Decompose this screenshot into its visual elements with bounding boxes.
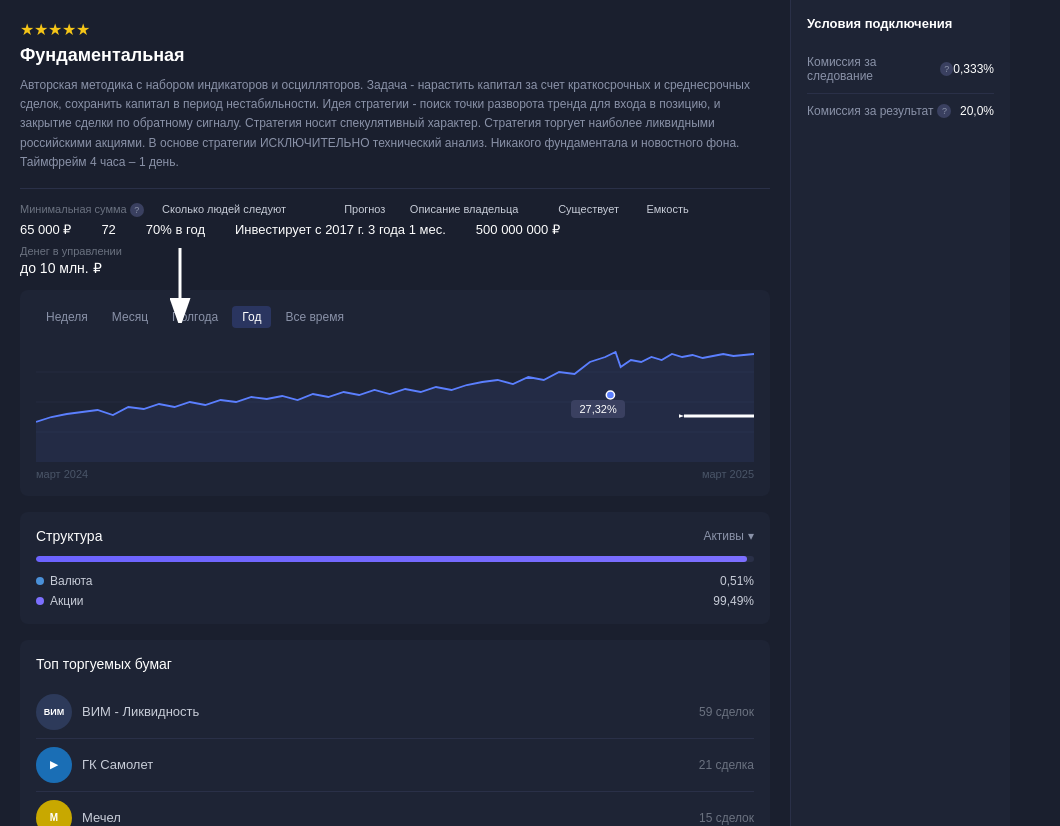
follow-fee-value: 0,333% [953, 62, 994, 76]
vim-name: ВИМ - Ликвидность [82, 704, 199, 719]
chart-card: Неделя Месяц Полгода Год Все время 27,32… [20, 290, 770, 496]
sidebar: Условия подключения Комиссия за следован… [790, 0, 1010, 826]
security-item-vim: ВИМ ВИМ - Ликвидность 59 сделок [36, 686, 754, 739]
mechel-trades: 15 сделок [699, 811, 754, 825]
vim-trades: 59 сделок [699, 705, 754, 719]
strategy-title: Фундаментальная [20, 45, 770, 66]
tab-year[interactable]: Год [232, 306, 271, 328]
tab-alltime[interactable]: Все время [275, 306, 353, 328]
svg-point-6 [606, 391, 614, 399]
chart-date-start: март 2024 [36, 468, 88, 480]
min-sum-help-icon[interactable]: ? [130, 203, 144, 217]
mechel-logo: M [36, 800, 72, 826]
svg-marker-5 [36, 352, 754, 462]
tab-halfyear[interactable]: Полгода [162, 306, 228, 328]
tab-month[interactable]: Месяц [102, 306, 158, 328]
currency-pct: 0,51% [720, 574, 754, 588]
chevron-down-icon: ▾ [748, 529, 754, 543]
structure-card: Структура Активы ▾ Валюта 0,51% Акции [20, 512, 770, 624]
meta-row: Минимальная сумма ? Сколько людей следую… [20, 203, 770, 237]
mechel-name: Мечел [82, 810, 121, 825]
capacity-value: 500 000 000 ₽ [476, 222, 560, 237]
strategy-stars: ★★★★★ [20, 20, 770, 39]
stocks-label: Акции [50, 594, 84, 608]
sidebar-title: Условия подключения [807, 16, 994, 31]
samolet-name: ГК Самолет [82, 757, 153, 772]
stocks-dot [36, 597, 44, 605]
structure-item-stocks: Акции 99,49% [36, 594, 754, 608]
structure-title: Структура [36, 528, 102, 544]
top-securities-title: Топ торгуемых бумаг [36, 656, 754, 672]
security-item-samolet: ▶ ГК Самолет 21 сделка [36, 739, 754, 792]
stocks-pct: 99,49% [713, 594, 754, 608]
divider-1 [20, 188, 770, 189]
chart-dates: март 2024 март 2025 [36, 468, 754, 480]
structure-items: Валюта 0,51% Акции 99,49% [36, 574, 754, 608]
structure-progress-bar [36, 556, 754, 562]
currency-label: Валюта [50, 574, 92, 588]
sidebar-row-follow-fee: Комиссия за следование ? 0,333% [807, 45, 994, 94]
sidebar-row-result-fee: Комиссия за результат ? 20,0% [807, 94, 994, 128]
result-fee-label: Комиссия за результат [807, 104, 933, 118]
strategy-description: Авторская методика с набором индикаторов… [20, 76, 770, 172]
time-tabs: Неделя Месяц Полгода Год Все время [36, 306, 754, 328]
followers-value: 72 [101, 222, 115, 237]
chart-area: 27,32% [36, 342, 754, 462]
owner-value: Инвестирует с 2017 г. 3 года 1 мес. [235, 222, 446, 237]
currency-dot [36, 577, 44, 585]
result-fee-help-icon[interactable]: ? [937, 104, 951, 118]
follow-fee-help-icon[interactable]: ? [940, 62, 953, 76]
min-sum-value: 65 000 ₽ [20, 222, 71, 237]
meta-min-sum-label: Минимальная сумма ? Сколько людей следую… [20, 203, 689, 217]
forecast-value: 70% в год [146, 222, 205, 237]
chart-svg [36, 342, 754, 462]
samolet-trades: 21 сделка [699, 758, 754, 772]
samolet-logo: ▶ [36, 747, 72, 783]
structure-item-currency: Валюта 0,51% [36, 574, 754, 588]
security-item-mechel: M Мечел 15 сделок [36, 792, 754, 826]
chart-date-end: март 2025 [702, 468, 754, 480]
top-securities-card: Топ торгуемых бумаг ВИМ ВИМ - Ликвидност… [20, 640, 770, 826]
money-mgmt-value: до 10 млн. ₽ [20, 260, 770, 276]
tab-week[interactable]: Неделя [36, 306, 98, 328]
structure-progress-fill [36, 556, 747, 562]
assets-button[interactable]: Активы ▾ [703, 529, 754, 543]
structure-header: Структура Активы ▾ [36, 528, 754, 544]
result-fee-value: 20,0% [960, 104, 994, 118]
money-mgmt: Денег в управлении до 10 млн. ₽ [20, 245, 770, 276]
arrow-left [679, 396, 759, 436]
follow-fee-label: Комиссия за следование [807, 55, 936, 83]
chart-tooltip: 27,32% [571, 400, 624, 418]
money-mgmt-label: Денег в управлении [20, 245, 770, 257]
vim-logo: ВИМ [36, 694, 72, 730]
meta-min-sum: Минимальная сумма ? Сколько людей следую… [20, 203, 689, 237]
